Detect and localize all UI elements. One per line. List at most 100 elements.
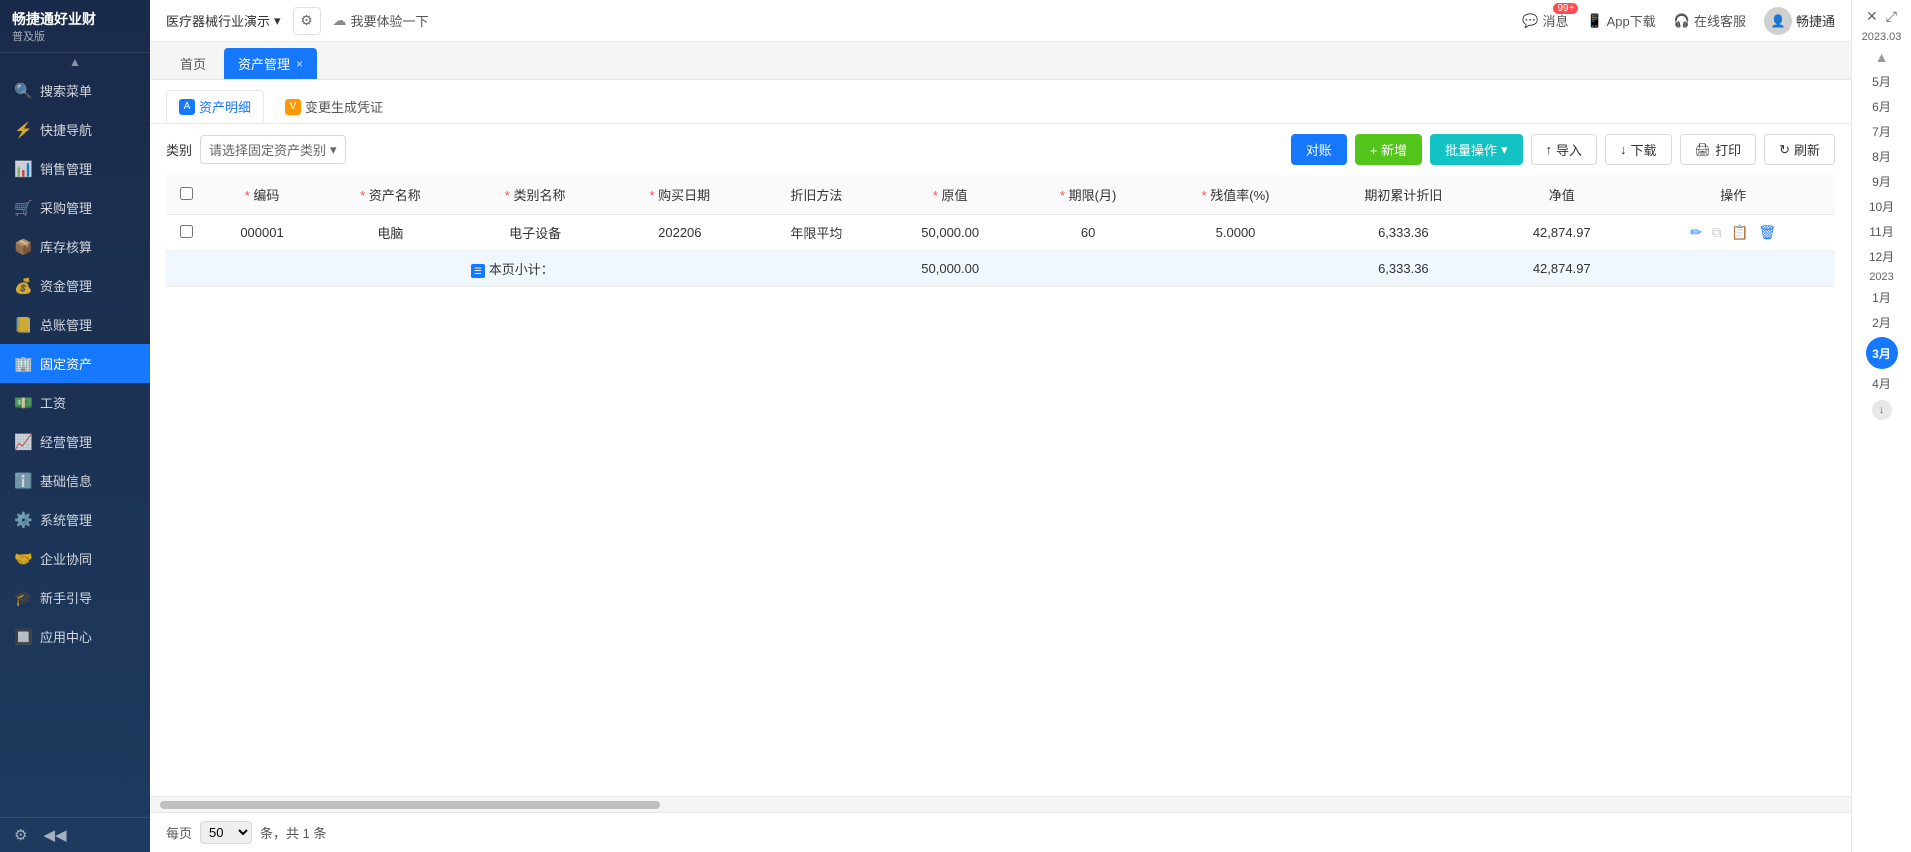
message-icon: 💬 [1522,13,1538,29]
sidebar-scroll-up[interactable]: ▲ [0,53,150,71]
download-label: 下载 [1631,140,1657,159]
col-original-value: 原值 [881,175,1020,215]
timeline-scroll-up-btn[interactable]: ▲ [1871,45,1893,69]
toolbar: 类别 请选择固定资产类别 ▾ 对账 + 新增 批量操作 ▾ ↑ 导入 [150,124,1851,175]
timeline-month-6[interactable]: 6月 [1852,94,1911,119]
timeline-month-1[interactable]: 1月 [1852,285,1911,310]
reconcile-btn[interactable]: 对账 [1291,134,1347,165]
sidebar-settings-btn[interactable]: ⚙ [14,826,27,844]
sidebar-label-guide: 新手引导 [40,588,92,607]
select-all-checkbox[interactable] [180,187,193,200]
sidebar-icon-fixed-assets: 🏢 [14,355,32,373]
sidebar-label-operations: 经营管理 [40,432,92,451]
avatar: 👤 [1764,7,1792,35]
refresh-btn[interactable]: ↻ 刷新 [1764,134,1835,165]
timeline-scroll-indicator[interactable]: ↓ [1872,400,1892,420]
timeline-expand-btn[interactable]: ⤢ [1886,8,1897,25]
app-download-btn[interactable]: 📱 App下载 [1586,11,1655,30]
timeline-close-btn[interactable]: ✕ [1866,8,1878,25]
timeline-month-9[interactable]: 9月 [1852,169,1911,194]
batch-btn[interactable]: 批量操作 ▾ [1430,134,1523,165]
col-actions: 操作 [1631,175,1835,215]
service-icon: 🎧 [1674,13,1690,29]
new-btn[interactable]: + 新增 [1355,134,1422,165]
cell-name-0: 电脑 [318,215,463,251]
user-section[interactable]: 👤 畅捷通 [1764,7,1835,35]
main-area: 医疗器械行业演示 ▾ ⚙ ☁ 我要体验一下 💬 消息 99+ 📱 App下载 🎧… [150,0,1851,852]
sidebar-item-system[interactable]: ⚙️系统管理 [0,500,150,539]
sidebar-label-sales: 销售管理 [40,159,92,178]
cell-actions-0: ✏ ⧉ 📋 🗑 [1631,215,1835,251]
online-service-btn[interactable]: 🎧 在线客服 [1674,11,1746,30]
row-copy-btn-0[interactable]: ⧉ [1709,224,1725,241]
timeline-month-11[interactable]: 11月 [1852,219,1911,244]
cloud-icon: ☁ [333,12,347,29]
sidebar-label-system: 系统管理 [40,510,92,529]
col-purchase-date: 购买日期 [607,175,752,215]
timeline-month-4[interactable]: 4月 [1852,371,1911,396]
cell-depreciation-method-0: 年限平均 [752,215,880,251]
row-edit-btn-0[interactable]: ✏ [1687,224,1705,241]
sidebar-item-inventory[interactable]: 📦库存核算 [0,227,150,266]
timeline-month-12[interactable]: 12月 [1852,244,1911,269]
topbar-settings-btn[interactable]: ⚙ [293,7,321,35]
messages-btn[interactable]: 💬 消息 99+ [1522,11,1568,30]
sub-tab-change-voucher[interactable]: V 变更生成凭证 [272,90,396,123]
timeline-month-2[interactable]: 2月 [1852,310,1911,335]
sidebar-item-funds[interactable]: 💰资金管理 [0,266,150,305]
online-service-label: 在线客服 [1694,11,1746,30]
sidebar-label-funds: 资金管理 [40,276,92,295]
row-detail-btn-0[interactable]: 📋 [1728,224,1751,241]
sub-tabs: A 资产明细 V 变更生成凭证 [150,80,1851,124]
timeline-panel: ✕ ⤢ 2023.03 ▲ 5月 6月 7月 8月 9月 10月 11月 12月… [1851,0,1911,852]
tab-close-btn[interactable]: × [296,57,303,71]
horizontal-scrollbar[interactable] [150,796,1851,812]
batch-chevron: ▾ [1501,142,1508,158]
sidebar-item-sales[interactable]: 📊销售管理 [0,149,150,188]
sidebar-item-fixed-assets[interactable]: 🏢固定资产 [0,344,150,383]
sidebar-item-ledger[interactable]: 📒总账管理 [0,305,150,344]
timeline-month-8[interactable]: 8月 [1852,144,1911,169]
print-btn[interactable]: 🖨 打印 [1680,134,1757,165]
sidebar-item-quick-nav[interactable]: ⚡快捷导航 [0,110,150,149]
row-delete-btn-0[interactable]: 🗑 [1755,224,1779,241]
per-page-select[interactable]: 50 100 [200,821,252,844]
phone-icon: 📱 [1586,13,1602,29]
row-checkbox-0[interactable] [180,225,193,238]
import-btn[interactable]: ↑ 导入 [1531,134,1598,165]
timeline-month-3-current[interactable]: 3月 [1866,337,1898,369]
sidebar-item-guide[interactable]: 🎓新手引导 [0,578,150,617]
category-select[interactable]: 请选择固定资产类别 ▾ [200,135,346,164]
sub-tab-asset-detail[interactable]: A 资产明细 [166,90,264,123]
sidebar-item-enterprise[interactable]: 🤝企业协同 [0,539,150,578]
sidebar-item-app-center[interactable]: 🔲应用中心 [0,617,150,656]
col-code: 编码 [206,175,318,215]
experience-btn[interactable]: ☁ 我要体验一下 [333,11,429,30]
company-selector[interactable]: 医疗器械行业演示 ▾ [166,11,281,30]
sidebar-label-ledger: 总账管理 [40,315,92,334]
tab-home[interactable]: 首页 [166,48,220,79]
sidebar-item-basic-info[interactable]: ℹ️基础信息 [0,461,150,500]
sidebar-label-search-menu: 搜索菜单 [40,81,92,100]
timeline-month-7[interactable]: 7月 [1852,119,1911,144]
app-subtitle: 普及版 [12,28,45,44]
sidebar-label-inventory: 库存核算 [40,237,92,256]
sidebar-item-operations[interactable]: 📈 经营管理 [0,422,150,461]
category-label: 类别 [166,140,192,159]
sidebar-item-search-menu[interactable]: 🔍搜索菜单 [0,71,150,110]
sidebar-collapse-btn[interactable]: ◀◀ [43,826,66,844]
print-label: 打印 [1715,140,1741,159]
timeline-month-10[interactable]: 10月 [1852,194,1911,219]
sidebar-icon-operations: 📈 [14,433,32,451]
download-btn[interactable]: ↓ 下载 [1605,134,1672,165]
reconcile-label: 对账 [1306,140,1332,159]
timeline-year-2023: 2023 [1869,269,1893,285]
col-name: 资产名称 [318,175,463,215]
sidebar-logo: 畅捷通好业财 普及版 [0,0,150,53]
sidebar-item-payroll[interactable]: 💵工资 [0,383,150,422]
cell-purchase-date-0: 202206 [607,215,752,251]
messages-badge: 99+ [1553,3,1578,14]
sidebar-item-purchase[interactable]: 🛒采购管理 [0,188,150,227]
timeline-month-5[interactable]: 5月 [1852,69,1911,94]
category-chevron: ▾ [330,142,337,158]
